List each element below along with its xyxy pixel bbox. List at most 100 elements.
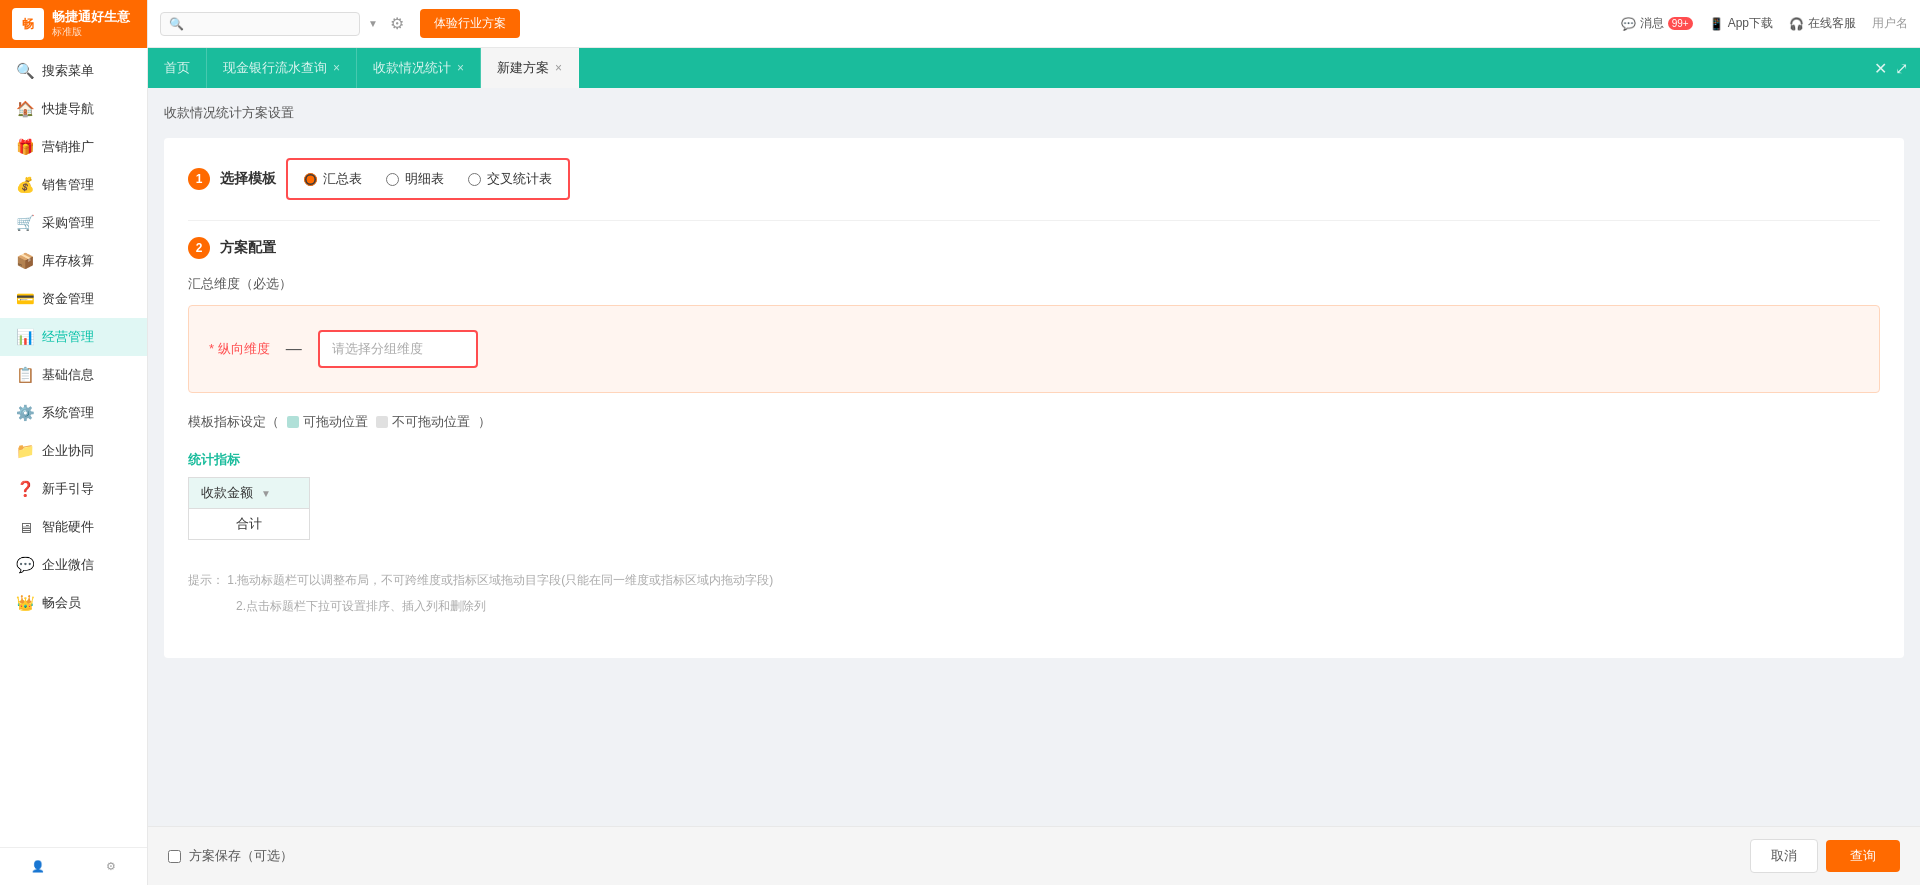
sidebar-item-enterprise-collab[interactable]: 📁 企业协同 bbox=[0, 432, 147, 470]
query-button[interactable]: 查询 bbox=[1826, 840, 1900, 872]
sales-icon: 💰 bbox=[16, 176, 34, 194]
search-menu-icon: 🔍 bbox=[16, 62, 34, 80]
sidebar-item-smart-hardware[interactable]: 🖥 智能硬件 bbox=[0, 508, 147, 546]
sidebar-item-label: 快捷导航 bbox=[42, 100, 94, 118]
hint-section: 提示： 1.拖动标题栏可以调整布局，不可跨维度或指标区域拖动目字段(只能在同一维… bbox=[188, 568, 1880, 618]
tab-receipt-stats[interactable]: 收款情况统计 × bbox=[357, 48, 481, 88]
sidebar-item-system[interactable]: ⚙️ 系统管理 bbox=[0, 394, 147, 432]
trial-btn[interactable]: 体验行业方案 bbox=[420, 9, 520, 38]
sidebar-item-purchase[interactable]: 🛒 采购管理 bbox=[0, 204, 147, 242]
settings-card: 1 选择模板 汇总表 明细表 交叉统计表 bbox=[164, 138, 1904, 658]
metrics-section: 模板指标设定（ 可拖动位置 不可拖动位置 ） 统计指标 bbox=[188, 413, 1880, 548]
sidebar-item-new-guide[interactable]: ❓ 新手引导 bbox=[0, 470, 147, 508]
online-support-item[interactable]: 🎧 在线客服 bbox=[1789, 15, 1856, 32]
message-label: 消息 bbox=[1640, 15, 1664, 32]
search-icon: 🔍 bbox=[169, 17, 184, 31]
gear-icon[interactable]: ⚙ bbox=[390, 14, 404, 33]
sidebar-item-inventory[interactable]: 📦 库存核算 bbox=[0, 242, 147, 280]
metrics-header-text: 模板指标设定（ bbox=[188, 413, 279, 431]
sidebar-item-label: 系统管理 bbox=[42, 404, 94, 422]
sidebar-bottom-user[interactable]: 👤 bbox=[27, 856, 49, 877]
topbar: 🔍 ▼ ⚙ 体验行业方案 💬 消息 99+ 📱 App下载 🎧 在线客服 用户名 bbox=[148, 0, 1920, 48]
step2-section: 2 方案配置 汇总维度（必选） * 纵向维度 — 请选择分组维度 bbox=[188, 237, 1880, 618]
sidebar-item-capital[interactable]: 💳 资金管理 bbox=[0, 280, 147, 318]
tab-close-icon[interactable]: ✕ bbox=[1874, 59, 1887, 78]
tab-expand-icon[interactable]: ⤢ bbox=[1895, 59, 1908, 78]
cancel-button[interactable]: 取消 bbox=[1750, 839, 1818, 873]
tab-receipt-stats-close-icon[interactable]: × bbox=[457, 62, 464, 74]
sidebar-item-label: 新手引导 bbox=[42, 480, 94, 498]
tab-bank-flow[interactable]: 现金银行流水查询 × bbox=[207, 48, 357, 88]
tab-bank-flow-label: 现金银行流水查询 bbox=[223, 59, 327, 77]
tab-new-plan[interactable]: 新建方案 × bbox=[481, 48, 579, 88]
radio-summary[interactable]: 汇总表 bbox=[304, 170, 362, 188]
radio-summary-input[interactable] bbox=[304, 173, 317, 186]
inventory-icon: 📦 bbox=[16, 252, 34, 270]
purchase-icon: 🛒 bbox=[16, 214, 34, 232]
logo: 畅 畅捷通好生意 标准版 bbox=[0, 0, 147, 48]
sidebar-item-basic-info[interactable]: 📋 基础信息 bbox=[0, 356, 147, 394]
sidebar-item-label: 营销推广 bbox=[42, 138, 94, 156]
capital-icon: 💳 bbox=[16, 290, 34, 308]
tab-bank-flow-close-icon[interactable]: × bbox=[333, 62, 340, 74]
tabs-actions: ✕ ⤢ bbox=[1862, 48, 1920, 88]
page-title: 收款情况统计方案设置 bbox=[164, 104, 1904, 122]
metrics-header-close: ） bbox=[478, 413, 491, 431]
sidebar-item-label: 采购管理 bbox=[42, 214, 94, 232]
sidebar-bottom-settings[interactable]: ⚙ bbox=[102, 856, 120, 877]
sidebar-item-label: 销售管理 bbox=[42, 176, 94, 194]
tab-home-label: 首页 bbox=[164, 59, 190, 77]
save-plan-checkbox[interactable] bbox=[168, 850, 181, 863]
online-support-label: 在线客服 bbox=[1808, 15, 1856, 32]
radio-cross[interactable]: 交叉统计表 bbox=[468, 170, 552, 188]
sidebar-item-marketing[interactable]: 🎁 营销推广 bbox=[0, 128, 147, 166]
sidebar-item-sales[interactable]: 💰 销售管理 bbox=[0, 166, 147, 204]
metrics-title: 统计指标 bbox=[188, 451, 1880, 469]
marketing-icon: 🎁 bbox=[16, 138, 34, 156]
logo-title: 畅捷通好生意 bbox=[52, 9, 130, 25]
radio-detail[interactable]: 明细表 bbox=[386, 170, 444, 188]
sidebar-item-operation[interactable]: 📊 经营管理 bbox=[0, 318, 147, 356]
radio-detail-input[interactable] bbox=[386, 173, 399, 186]
tab-new-plan-close-icon[interactable]: × bbox=[555, 62, 562, 74]
metrics-column-dropdown-icon[interactable]: ▼ bbox=[261, 488, 271, 499]
tab-new-plan-label: 新建方案 bbox=[497, 59, 549, 77]
sidebar-item-member[interactable]: 👑 畅会员 bbox=[0, 584, 147, 622]
radio-detail-label: 明细表 bbox=[405, 170, 444, 188]
metrics-header: 模板指标设定（ 可拖动位置 不可拖动位置 ） bbox=[188, 413, 1880, 431]
message-badge: 99+ bbox=[1668, 17, 1693, 30]
step2-number: 2 bbox=[188, 237, 210, 259]
app-download-item[interactable]: 📱 App下载 bbox=[1709, 15, 1773, 32]
legend-fixed: 不可拖动位置 bbox=[376, 413, 470, 431]
legend-draggable-label: 可拖动位置 bbox=[303, 413, 368, 431]
radio-cross-input[interactable] bbox=[468, 173, 481, 186]
sidebar-item-enterprise-wechat[interactable]: 💬 企业微信 bbox=[0, 546, 147, 584]
radio-summary-label: 汇总表 bbox=[323, 170, 362, 188]
sidebar-item-label: 资金管理 bbox=[42, 290, 94, 308]
sidebar-item-quick-nav[interactable]: 🏠 快捷导航 bbox=[0, 90, 147, 128]
system-icon: ⚙️ bbox=[16, 404, 34, 422]
dropdown-arrow-icon[interactable]: ▼ bbox=[368, 18, 378, 29]
topbar-right: 💬 消息 99+ 📱 App下载 🎧 在线客服 用户名 bbox=[1621, 15, 1908, 32]
search-input[interactable] bbox=[188, 17, 328, 31]
step1-title: 选择模板 bbox=[220, 170, 276, 188]
main: 🔍 ▼ ⚙ 体验行业方案 💬 消息 99+ 📱 App下载 🎧 在线客服 用户名 bbox=[148, 0, 1920, 885]
dimension-selector[interactable]: 请选择分组维度 bbox=[318, 330, 478, 368]
topbar-user: 用户名 bbox=[1872, 15, 1908, 32]
app-icon: 📱 bbox=[1709, 17, 1724, 31]
logo-sub: 标准版 bbox=[52, 25, 130, 39]
save-plan-label: 方案保存（可选） bbox=[189, 847, 293, 865]
sidebar-item-search-menu[interactable]: 🔍 搜索菜单 bbox=[0, 52, 147, 90]
message-item[interactable]: 💬 消息 99+ bbox=[1621, 15, 1693, 32]
sidebar-bottom: 👤 ⚙ bbox=[0, 847, 147, 885]
legend-draggable: 可拖动位置 bbox=[287, 413, 368, 431]
sidebar: 畅 畅捷通好生意 标准版 🔍 搜索菜单 🏠 快捷导航 🎁 营销推广 💰 销售管理… bbox=[0, 0, 148, 885]
sidebar-nav: 🔍 搜索菜单 🏠 快捷导航 🎁 营销推广 💰 销售管理 🛒 采购管理 📦 库存核… bbox=[0, 48, 147, 847]
tab-home[interactable]: 首页 bbox=[148, 48, 207, 88]
legend-fixed-dot bbox=[376, 416, 388, 428]
dimension-row: * 纵向维度 — 请选择分组维度 bbox=[209, 330, 1859, 368]
metrics-table-header[interactable]: 收款金额 ▼ bbox=[189, 478, 309, 509]
sidebar-item-label: 智能硬件 bbox=[42, 518, 94, 536]
footer: 方案保存（可选） 取消 查询 bbox=[148, 826, 1920, 885]
topbar-search[interactable]: 🔍 bbox=[160, 12, 360, 36]
